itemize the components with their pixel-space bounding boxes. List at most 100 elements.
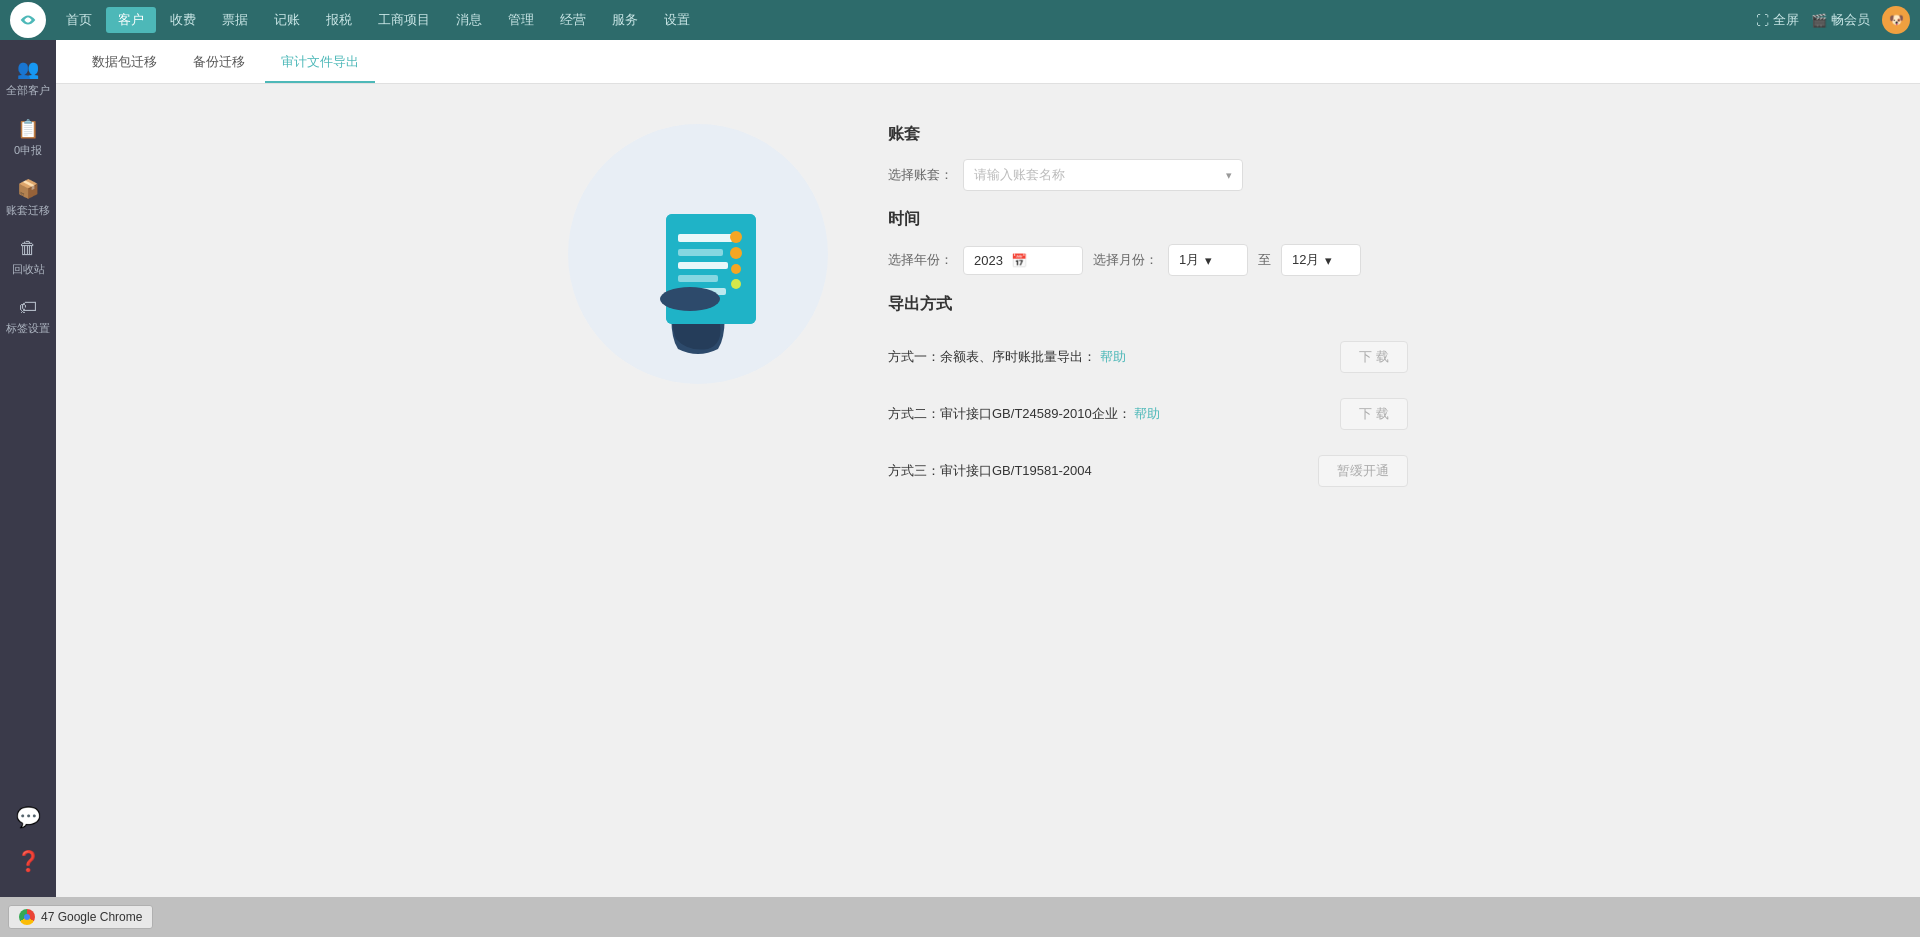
method-2-label: 方式二：审计接口GB/T24589-2010企业： <box>888 406 1131 421</box>
method-2-text: 方式二：审计接口GB/T24589-2010企业： 帮助 <box>888 405 1160 423</box>
method-2-download-button[interactable]: 下 载 <box>1340 398 1408 430</box>
fullscreen-button[interactable]: ⛶ 全屏 <box>1756 11 1799 29</box>
tab-data-migration[interactable]: 数据包迁移 <box>76 43 173 83</box>
method-1-help-link[interactable]: 帮助 <box>1100 349 1126 364</box>
sidebar-help-icon[interactable]: ❓ <box>8 841 49 881</box>
zero-report-icon: 📋 <box>17 118 39 140</box>
content-area: 数据包迁移 备份迁移 审计文件导出 <box>56 40 1920 897</box>
sidebar-item-account-migration[interactable]: 📦 账套迁移 <box>0 168 56 228</box>
month-start-chevron-icon: ▾ <box>1205 253 1212 268</box>
nav-item-10[interactable]: 服务 <box>600 7 650 33</box>
sidebar-label-zero-report: 0申报 <box>14 143 42 158</box>
tab-backup-migration[interactable]: 备份迁移 <box>177 43 261 83</box>
svg-point-10 <box>731 279 741 289</box>
taskbar-chrome-label: 47 Google Chrome <box>41 910 142 924</box>
illustration <box>568 124 828 384</box>
month-label: 选择月份： <box>1093 251 1158 269</box>
svg-point-11 <box>660 287 720 311</box>
sidebar-label-migration: 账套迁移 <box>6 203 50 218</box>
method-3-coming-button[interactable]: 暂缓开通 <box>1318 455 1408 487</box>
sidebar-item-recycle[interactable]: 🗑 回收站 <box>0 228 56 287</box>
export-section-title: 导出方式 <box>888 294 1408 315</box>
account-chevron-icon: ▾ <box>1226 169 1232 182</box>
nav-menu: 首页客户收费票据记账报税工商项目消息管理经营服务设置 <box>54 7 1756 33</box>
svg-point-9 <box>731 264 741 274</box>
method-1-text: 方式一：余额表、序时账批量导出： 帮助 <box>888 348 1126 366</box>
sidebar-message-icon[interactable]: 💬 <box>8 797 49 837</box>
sidebar-label-recycle: 回收站 <box>12 262 45 277</box>
method-3-text: 方式三：审计接口GB/T19581-2004 <box>888 462 1092 480</box>
svg-rect-2 <box>678 234 733 242</box>
account-label: 选择账套： <box>888 166 953 184</box>
nav-item-4[interactable]: 记账 <box>262 7 312 33</box>
account-section-title: 账套 <box>888 124 1408 145</box>
sidebar-item-zero-report[interactable]: 📋 0申报 <box>0 108 56 168</box>
account-row: 选择账套： 请输入账套名称 ▾ <box>888 159 1408 191</box>
page-content: 账套 选择账套： 请输入账套名称 ▾ 时间 选择年份： 2023 <box>56 84 1920 897</box>
chrome-icon <box>19 909 35 925</box>
nav-item-3[interactable]: 票据 <box>210 7 260 33</box>
sidebar-label-tags: 标签设置 <box>6 321 50 336</box>
tabs-bar: 数据包迁移 备份迁移 审计文件导出 <box>56 40 1920 84</box>
nav-item-1[interactable]: 客户 <box>106 7 156 33</box>
month-start-select[interactable]: 1月 ▾ <box>1168 244 1248 276</box>
sidebar-item-tag-settings[interactable]: 🏷 标签设置 <box>0 287 56 346</box>
top-nav: 首页客户收费票据记账报税工商项目消息管理经营服务设置 ⛶ 全屏 🎬 畅会员 🐶 <box>0 0 1920 40</box>
month-start-value: 1月 <box>1179 251 1199 269</box>
nav-item-8[interactable]: 管理 <box>496 7 546 33</box>
year-label: 选择年份： <box>888 251 953 269</box>
export-method-1: 方式一：余额表、序时账批量导出： 帮助 下 载 <box>888 329 1408 386</box>
method-3-label: 方式三：审计接口GB/T19581-2004 <box>888 463 1092 478</box>
sidebar-bottom: 💬 ❓ <box>0 797 56 897</box>
year-value: 2023 <box>974 253 1003 268</box>
time-row: 选择年份： 2023 📅 选择月份： 1月 ▾ 至 12月 <box>888 244 1408 276</box>
year-input[interactable]: 2023 📅 <box>963 246 1083 275</box>
to-text: 至 <box>1258 251 1271 269</box>
taskbar-chrome[interactable]: 47 Google Chrome <box>8 905 153 929</box>
svg-point-7 <box>730 231 742 243</box>
vip-button[interactable]: 🎬 畅会员 <box>1811 11 1870 29</box>
fullscreen-label: 全屏 <box>1773 11 1799 29</box>
sidebar: 👥 全部客户 📋 0申报 📦 账套迁移 🗑 回收站 🏷 标签设置 💬 ❓ <box>0 40 56 897</box>
month-end-value: 12月 <box>1292 251 1319 269</box>
taskbar: 47 Google Chrome <box>0 897 1920 937</box>
sidebar-label-all-customers: 全部客户 <box>6 83 50 98</box>
migration-icon: 📦 <box>17 178 39 200</box>
svg-rect-4 <box>678 262 728 269</box>
svg-rect-3 <box>678 249 723 256</box>
vip-icon: 🎬 <box>1811 13 1827 28</box>
main-layout: 👥 全部客户 📋 0申报 📦 账套迁移 🗑 回收站 🏷 标签设置 💬 ❓ 数据包… <box>0 40 1920 897</box>
user-avatar[interactable]: 🐶 <box>1882 6 1910 34</box>
method-1-label: 方式一：余额表、序时账批量导出： <box>888 349 1096 364</box>
month-end-chevron-icon: ▾ <box>1325 253 1332 268</box>
form-panel: 账套 选择账套： 请输入账套名称 ▾ 时间 选择年份： 2023 <box>888 124 1408 499</box>
vip-label: 畅会员 <box>1831 11 1870 29</box>
account-select[interactable]: 请输入账套名称 ▾ <box>963 159 1243 191</box>
recycle-icon: 🗑 <box>19 238 37 259</box>
svg-point-8 <box>730 247 742 259</box>
tab-audit-export[interactable]: 审计文件导出 <box>265 43 375 83</box>
export-method-2: 方式二：审计接口GB/T24589-2010企业： 帮助 下 载 <box>888 386 1408 443</box>
calendar-icon: 📅 <box>1011 253 1027 268</box>
export-panel: 账套 选择账套： 请输入账套名称 ▾ 时间 选择年份： 2023 <box>568 104 1408 499</box>
nav-item-0[interactable]: 首页 <box>54 7 104 33</box>
customers-icon: 👥 <box>17 58 39 80</box>
method-1-download-button[interactable]: 下 载 <box>1340 341 1408 373</box>
nav-item-9[interactable]: 经营 <box>548 7 598 33</box>
sidebar-item-all-customers[interactable]: 👥 全部客户 <box>0 48 56 108</box>
export-method-3: 方式三：审计接口GB/T19581-2004 暂缓开通 <box>888 443 1408 499</box>
nav-item-2[interactable]: 收费 <box>158 7 208 33</box>
nav-item-5[interactable]: 报税 <box>314 7 364 33</box>
method-2-help-link[interactable]: 帮助 <box>1134 406 1160 421</box>
time-section-title: 时间 <box>888 209 1408 230</box>
nav-item-11[interactable]: 设置 <box>652 7 702 33</box>
month-end-select[interactable]: 12月 ▾ <box>1281 244 1361 276</box>
fullscreen-icon: ⛶ <box>1756 13 1769 28</box>
app-logo <box>10 2 46 38</box>
nav-item-6[interactable]: 工商项目 <box>366 7 442 33</box>
tag-icon: 🏷 <box>19 297 37 318</box>
svg-rect-5 <box>678 275 718 282</box>
nav-item-7[interactable]: 消息 <box>444 7 494 33</box>
nav-right: ⛶ 全屏 🎬 畅会员 🐶 <box>1756 6 1910 34</box>
account-placeholder: 请输入账套名称 <box>974 166 1065 184</box>
